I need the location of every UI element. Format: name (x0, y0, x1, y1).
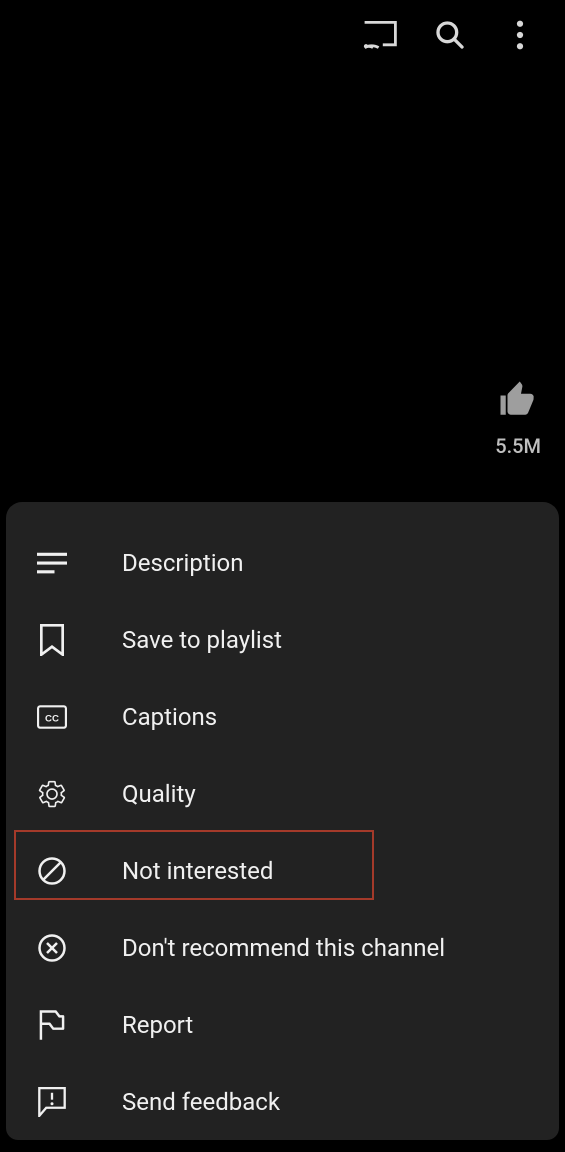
menu-label: Send feedback (122, 1088, 280, 1116)
menu-label: Don't recommend this channel (122, 934, 445, 962)
menu-item-save-to-playlist[interactable]: Save to playlist (6, 601, 559, 678)
menu-label: Save to playlist (122, 626, 282, 654)
menu-label: Not interested (122, 857, 273, 885)
description-icon (36, 547, 68, 579)
svg-text:CC: CC (45, 713, 59, 724)
menu-item-report[interactable]: Report (6, 986, 559, 1063)
search-icon (434, 19, 466, 51)
menu-label: Quality (122, 780, 196, 808)
menu-label: Description (122, 549, 244, 577)
feedback-icon (36, 1086, 68, 1118)
not-interested-icon (36, 855, 68, 887)
menu-item-dont-recommend[interactable]: Don't recommend this channel (6, 909, 559, 986)
thumbs-up-icon (497, 378, 539, 420)
like-count: 5.5M (495, 434, 541, 458)
cast-button[interactable] (363, 18, 397, 52)
menu-item-quality[interactable]: Quality (6, 755, 559, 832)
top-action-bar (363, 0, 565, 70)
cc-icon: CC (36, 701, 68, 733)
gear-icon (36, 778, 68, 810)
menu-label: Report (122, 1011, 193, 1039)
menu-item-not-interested[interactable]: Not interested (6, 832, 559, 909)
menu-list: Description Save to playlist CC Captions (6, 524, 559, 1140)
bottom-sheet-menu: Description Save to playlist CC Captions (6, 502, 559, 1140)
bookmark-icon (36, 624, 68, 656)
menu-item-captions[interactable]: CC Captions (6, 678, 559, 755)
more-options-button[interactable] (503, 18, 537, 52)
close-circle-icon (36, 932, 68, 964)
cast-icon (363, 21, 397, 49)
flag-icon (36, 1009, 68, 1041)
menu-label: Captions (122, 703, 217, 731)
menu-item-send-feedback[interactable]: Send feedback (6, 1063, 559, 1140)
menu-item-description[interactable]: Description (6, 524, 559, 601)
more-vert-icon (516, 20, 524, 50)
search-button[interactable] (433, 18, 467, 52)
like-action[interactable]: 5.5M (495, 378, 541, 458)
